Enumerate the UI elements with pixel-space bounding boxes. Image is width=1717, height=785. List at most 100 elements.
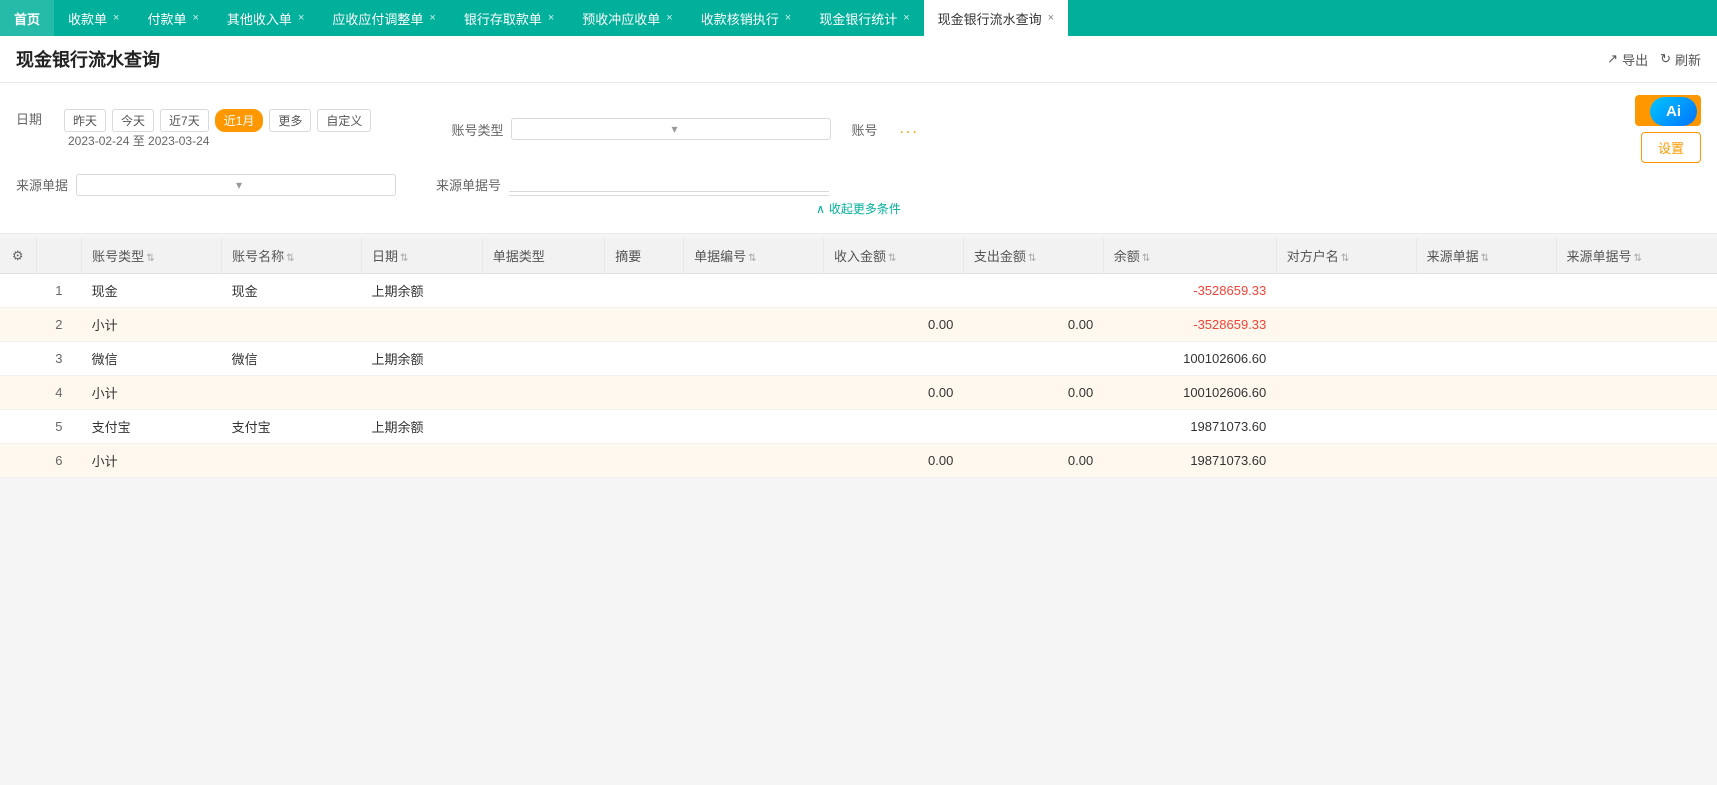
cell-source_voucher-row-5: [1556, 444, 1717, 478]
date-option-近7天[interactable]: 近7天: [160, 109, 209, 132]
col-label-balance: 余额: [1114, 249, 1140, 264]
column-header-date[interactable]: 日期⇅: [361, 238, 482, 274]
tab-close-icon[interactable]: ×: [785, 12, 791, 24]
tab-close-icon[interactable]: ×: [903, 12, 909, 24]
tab-close-icon[interactable]: ×: [1048, 12, 1054, 24]
date-option-更多[interactable]: 更多: [269, 109, 311, 132]
nav-tab-收款单[interactable]: 收款单 ×: [54, 0, 133, 36]
date-range: 2023-02-24 至 2023-03-24: [68, 132, 371, 149]
account-dots-button[interactable]: ...: [899, 120, 918, 138]
date-option-近1月[interactable]: 近1月: [215, 109, 264, 132]
account-type-filter: 账号类型 ▾: [451, 118, 831, 140]
account-label: 账号: [851, 120, 891, 139]
cell-account_type-row-0: 现金: [82, 274, 222, 308]
column-header-source_voucher[interactable]: 来源单据号⇅: [1556, 238, 1717, 274]
source-doc-chevron-icon[interactable]: ▾: [236, 178, 387, 192]
account-type-chevron-icon[interactable]: ▾: [671, 122, 822, 136]
sort-icon-counterpart[interactable]: ⇅: [1341, 253, 1349, 264]
table-settings-icon[interactable]: ⚙: [12, 248, 24, 263]
cell-counterpart-row-0: [1276, 274, 1416, 308]
nav-tab-预收冲应收单[interactable]: 预收冲应收单 ×: [568, 0, 686, 36]
cell-expense-row-1: 0.00: [963, 308, 1103, 342]
cell-source_voucher-row-0: [1556, 274, 1717, 308]
nav-tab-应收应付调整单[interactable]: 应收应付调整单×: [318, 0, 449, 36]
column-header-doc_number[interactable]: 单据编号⇅: [684, 238, 824, 274]
column-header-account_type[interactable]: 账号类型⇅: [82, 238, 222, 274]
cell-doc_number-row-2: [684, 342, 824, 376]
column-header-expense[interactable]: 支出金额⇅: [963, 238, 1103, 274]
nav-tab-付款单[interactable]: 付款单×: [133, 0, 212, 36]
sort-icon-source_doc[interactable]: ⇅: [1481, 253, 1489, 264]
top-nav: 首页 收款单×付款单×其他收入单×应收应付调整单×银行存取款单×预收冲应收单×收…: [0, 0, 1717, 36]
column-header-balance[interactable]: 余额⇅: [1103, 238, 1276, 274]
nav-tab-其他收入单[interactable]: 其他收入单 ×: [213, 0, 318, 36]
column-header-settings: ⚙: [0, 238, 36, 274]
cell-balance-row-3: 100102606.60: [1103, 376, 1276, 410]
tab-close-icon[interactable]: ×: [548, 12, 554, 24]
nav-tab-label: 其他收入单: [227, 9, 292, 28]
cell-source_voucher-row-1: [1556, 308, 1717, 342]
ai-badge[interactable]: Ai: [1650, 97, 1697, 126]
export-button[interactable]: ↗ 导出: [1607, 50, 1648, 69]
sort-icon-expense[interactable]: ⇅: [1028, 253, 1036, 264]
sort-icon-balance[interactable]: ⇅: [1142, 253, 1150, 264]
sort-icon-source_voucher[interactable]: ⇅: [1634, 253, 1642, 264]
tab-close-icon[interactable]: ×: [192, 12, 198, 24]
nav-tab-现金银行统计[interactable]: 现金银行统计×: [805, 0, 923, 36]
col-label-doc_type: 单据类型: [493, 249, 545, 264]
settings-button[interactable]: 设置: [1641, 132, 1701, 163]
source-doc-input[interactable]: ▾: [76, 174, 396, 196]
column-header-income[interactable]: 收入金额⇅: [823, 238, 963, 274]
nav-tab-现金银行流水查询[interactable]: 现金银行流水查询 ×: [924, 0, 1068, 36]
column-header-account_name[interactable]: 账号名称⇅: [222, 238, 362, 274]
collapse-bar[interactable]: ∧ 收起更多条件: [16, 196, 1701, 225]
cell-date-row-3: [361, 376, 482, 410]
cell-summary-row-5: [605, 444, 684, 478]
page-title: 现金银行流水查询: [16, 46, 160, 72]
cell-settings-row-4: [0, 410, 36, 444]
tab-close-icon[interactable]: ×: [429, 12, 435, 24]
refresh-button[interactable]: ↻ 刷新: [1660, 50, 1701, 69]
cell-doc_type-row-2: [482, 342, 604, 376]
cell-index-row-4: 5: [36, 410, 82, 444]
sort-icon-date[interactable]: ⇅: [400, 253, 408, 264]
nav-tab-label: 预收冲应收单: [582, 9, 660, 28]
tab-close-icon[interactable]: ×: [113, 12, 119, 24]
date-options-wrap: 昨天今天近7天近1月更多自定义 2023-02-24 至 2023-03-24: [64, 109, 371, 149]
cell-account_type-row-2: 微信: [82, 342, 222, 376]
tab-close-icon[interactable]: ×: [666, 12, 672, 24]
sort-icon-doc_number[interactable]: ⇅: [748, 253, 756, 264]
filter-row-1: 日期 昨天今天近7天近1月更多自定义 2023-02-24 至 2023-03-…: [16, 95, 1701, 163]
cell-date-row-1: [361, 308, 482, 342]
nav-home[interactable]: 首页: [0, 0, 54, 36]
table-row: 1现金现金上期余额-3528659.33: [0, 274, 1717, 308]
date-option-自定义[interactable]: 自定义: [317, 109, 371, 132]
source-voucher-input[interactable]: [509, 177, 829, 192]
cell-counterpart-row-1: [1276, 308, 1416, 342]
nav-tab-label: 收款单: [68, 9, 107, 28]
cell-counterpart-row-3: [1276, 376, 1416, 410]
source-doc-label: 来源单据: [16, 175, 68, 194]
refresh-label: 刷新: [1675, 50, 1701, 69]
sort-icon-account_type[interactable]: ⇅: [146, 253, 154, 264]
cell-doc_type-row-1: [482, 308, 604, 342]
date-option-今天[interactable]: 今天: [112, 109, 154, 132]
tab-close-icon[interactable]: ×: [298, 12, 304, 24]
account-type-input[interactable]: ▾: [511, 118, 831, 140]
sort-icon-account_name[interactable]: ⇅: [286, 253, 294, 264]
date-option-昨天[interactable]: 昨天: [64, 109, 106, 132]
nav-tab-银行存取款单[interactable]: 银行存取款单 ×: [450, 0, 568, 36]
cell-expense-row-5: 0.00: [963, 444, 1103, 478]
nav-tab-label: 银行存取款单: [464, 9, 542, 28]
column-header-source_doc[interactable]: 来源单据⇅: [1416, 238, 1556, 274]
col-label-source_doc: 来源单据: [1427, 249, 1479, 264]
cell-source_doc-row-3: [1416, 376, 1556, 410]
nav-tab-label: 收款核销执行: [701, 9, 779, 28]
sort-icon-income[interactable]: ⇅: [888, 253, 896, 264]
nav-tab-收款核销执行[interactable]: 收款核销执行 ×: [687, 0, 805, 36]
column-header-counterpart[interactable]: 对方户名⇅: [1276, 238, 1416, 274]
cell-source_voucher-row-3: [1556, 376, 1717, 410]
table-row: 5支付宝支付宝上期余额19871073.60: [0, 410, 1717, 444]
cell-doc_number-row-0: [684, 274, 824, 308]
nav-tab-label: 现金银行流水查询: [938, 9, 1042, 28]
